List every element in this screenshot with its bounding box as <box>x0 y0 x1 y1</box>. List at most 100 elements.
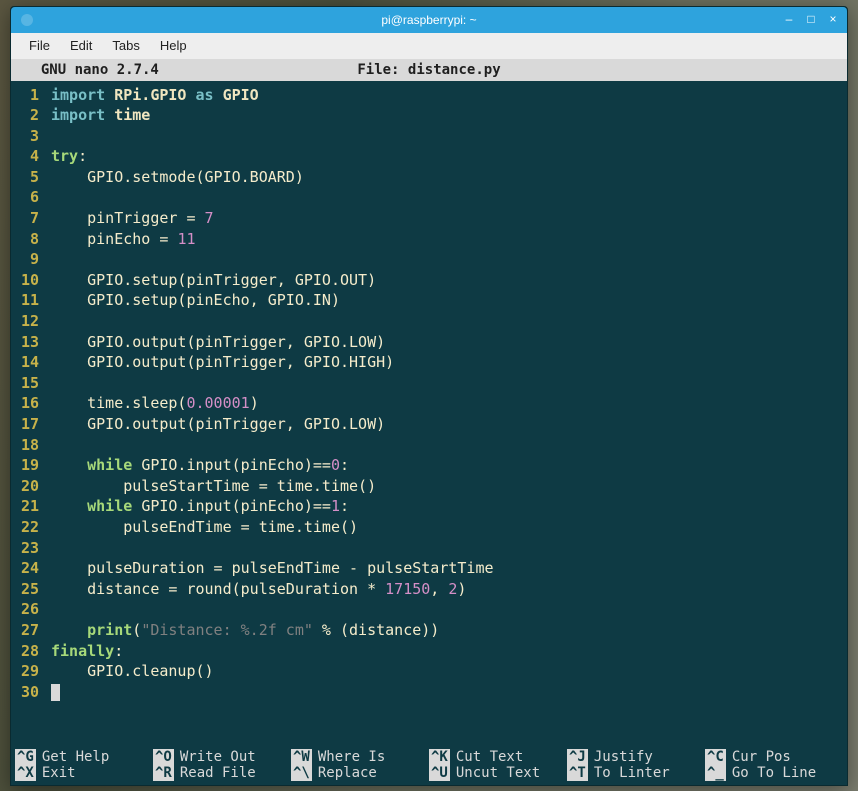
code-content[interactable] <box>41 373 51 394</box>
line-number: 29 <box>11 661 41 682</box>
code-content[interactable] <box>41 249 51 270</box>
code-content[interactable] <box>41 435 51 456</box>
code-line[interactable]: 10 GPIO.setup(pinTrigger, GPIO.OUT) <box>11 270 847 291</box>
code-line[interactable]: 17 GPIO.output(pinTrigger, GPIO.LOW) <box>11 414 847 435</box>
line-number: 19 <box>11 455 41 476</box>
code-content[interactable] <box>41 187 51 208</box>
nano-header: GNU nano 2.7.4 File: distance.py GNU nan… <box>11 59 847 81</box>
code-line[interactable]: 14 GPIO.output(pinTrigger, GPIO.HIGH) <box>11 352 847 373</box>
code-line[interactable]: 1import RPi.GPIO as GPIO <box>11 85 847 106</box>
code-line[interactable]: 4try: <box>11 146 847 167</box>
cursor <box>51 684 60 701</box>
code-content[interactable]: GPIO.setmode(GPIO.BOARD) <box>41 167 304 188</box>
code-content[interactable]: pulseDuration = pulseEndTime - pulseStar… <box>41 558 494 579</box>
line-number: 28 <box>11 641 41 662</box>
code-line[interactable]: 8 pinEcho = 11 <box>11 229 847 250</box>
shortcut-get-help[interactable]: ^GGet Help <box>15 749 153 765</box>
code-content[interactable] <box>41 599 51 620</box>
code-content[interactable] <box>41 682 60 703</box>
code-line[interactable]: 18 <box>11 435 847 456</box>
code-line[interactable]: 21 while GPIO.input(pinEcho)==1: <box>11 496 847 517</box>
code-content[interactable]: GPIO.setup(pinTrigger, GPIO.OUT) <box>41 270 376 291</box>
code-content[interactable]: pulseStartTime = time.time() <box>41 476 376 497</box>
code-line[interactable]: 11 GPIO.setup(pinEcho, GPIO.IN) <box>11 290 847 311</box>
shortcut-to-linter[interactable]: ^TTo Linter <box>567 765 705 781</box>
line-number: 27 <box>11 620 41 641</box>
code-line[interactable]: 3 <box>11 126 847 147</box>
code-line[interactable]: 12 <box>11 311 847 332</box>
code-line[interactable]: 27 print("Distance: %.2f cm" % (distance… <box>11 620 847 641</box>
code-line[interactable]: 28finally: <box>11 641 847 662</box>
close-button[interactable]: × <box>825 11 841 27</box>
editor-area[interactable]: 1import RPi.GPIO as GPIO2import time34tr… <box>11 81 847 749</box>
shortcut-read-file[interactable]: ^RRead File <box>153 765 291 781</box>
menu-help[interactable]: Help <box>150 34 197 57</box>
shortcut-key: ^C <box>705 749 726 765</box>
code-line[interactable]: 24 pulseDuration = pulseEndTime - pulseS… <box>11 558 847 579</box>
code-content[interactable]: print("Distance: %.2f cm" % (distance)) <box>41 620 439 641</box>
code-line[interactable]: 15 <box>11 373 847 394</box>
shortcut-go-to-line[interactable]: ^_Go To Line <box>705 765 843 781</box>
line-number: 5 <box>11 167 41 188</box>
shortcut-label: Read File <box>174 765 256 781</box>
code-line[interactable]: 13 GPIO.output(pinTrigger, GPIO.LOW) <box>11 332 847 353</box>
code-content[interactable] <box>41 311 51 332</box>
menu-tabs[interactable]: Tabs <box>102 34 149 57</box>
minimize-button[interactable]: – <box>781 11 797 27</box>
code-line[interactable]: 19 while GPIO.input(pinEcho)==0: <box>11 455 847 476</box>
code-content[interactable]: pulseEndTime = time.time() <box>41 517 358 538</box>
code-line[interactable]: 23 <box>11 538 847 559</box>
code-content[interactable]: import RPi.GPIO as GPIO <box>41 85 259 106</box>
code-content[interactable]: GPIO.cleanup() <box>41 661 214 682</box>
code-line[interactable]: 5 GPIO.setmode(GPIO.BOARD) <box>11 167 847 188</box>
code-content[interactable]: time.sleep(0.00001) <box>41 393 259 414</box>
shortcut-cur-pos[interactable]: ^CCur Pos <box>705 749 843 765</box>
titlebar[interactable]: pi@raspberrypi: ~ – □ × <box>11 7 847 33</box>
code-line[interactable]: 7 pinTrigger = 7 <box>11 208 847 229</box>
code-line[interactable]: 20 pulseStartTime = time.time() <box>11 476 847 497</box>
code-line[interactable]: 2import time <box>11 105 847 126</box>
code-content[interactable] <box>41 538 51 559</box>
code-content[interactable]: pinEcho = 11 <box>41 229 196 250</box>
code-line[interactable]: 29 GPIO.cleanup() <box>11 661 847 682</box>
shortcut-replace[interactable]: ^\Replace <box>291 765 429 781</box>
code-content[interactable]: while GPIO.input(pinEcho)==1: <box>41 496 349 517</box>
shortcut-cut-text[interactable]: ^KCut Text <box>429 749 567 765</box>
code-content[interactable]: import time <box>41 105 150 126</box>
shortcut-exit[interactable]: ^XExit <box>15 765 153 781</box>
code-content[interactable] <box>41 126 51 147</box>
code-line[interactable]: 6 <box>11 187 847 208</box>
code-content[interactable]: pinTrigger = 7 <box>41 208 214 229</box>
code-line[interactable]: 30 <box>11 682 847 703</box>
menu-file[interactable]: File <box>19 34 60 57</box>
line-number: 20 <box>11 476 41 497</box>
line-number: 26 <box>11 599 41 620</box>
shortcut-label: Justify <box>588 749 653 765</box>
menu-edit[interactable]: Edit <box>60 34 102 57</box>
line-number: 9 <box>11 249 41 270</box>
code-line[interactable]: 26 <box>11 599 847 620</box>
code-line[interactable]: 9 <box>11 249 847 270</box>
shortcut-uncut-text[interactable]: ^UUncut Text <box>429 765 567 781</box>
line-number: 13 <box>11 332 41 353</box>
code-content[interactable]: try: <box>41 146 87 167</box>
code-content[interactable]: GPIO.output(pinTrigger, GPIO.LOW) <box>41 332 385 353</box>
code-content[interactable]: GPIO.setup(pinEcho, GPIO.IN) <box>41 290 340 311</box>
maximize-button[interactable]: □ <box>803 11 819 27</box>
shortcut-justify[interactable]: ^JJustify <box>567 749 705 765</box>
code-content[interactable]: while GPIO.input(pinEcho)==0: <box>41 455 349 476</box>
code-content[interactable]: finally: <box>41 641 123 662</box>
line-number: 2 <box>11 105 41 126</box>
shortcut-where-is[interactable]: ^WWhere Is <box>291 749 429 765</box>
code-line[interactable]: 25 distance = round(pulseDuration * 1715… <box>11 579 847 600</box>
code-content[interactable]: GPIO.output(pinTrigger, GPIO.LOW) <box>41 414 385 435</box>
shortcut-write-out[interactable]: ^OWrite Out <box>153 749 291 765</box>
shortcut-key: ^_ <box>705 765 726 781</box>
line-number: 17 <box>11 414 41 435</box>
shortcut-key: ^J <box>567 749 588 765</box>
line-number: 18 <box>11 435 41 456</box>
code-line[interactable]: 16 time.sleep(0.00001) <box>11 393 847 414</box>
code-content[interactable]: distance = round(pulseDuration * 17150, … <box>41 579 466 600</box>
code-line[interactable]: 22 pulseEndTime = time.time() <box>11 517 847 538</box>
code-content[interactable]: GPIO.output(pinTrigger, GPIO.HIGH) <box>41 352 394 373</box>
